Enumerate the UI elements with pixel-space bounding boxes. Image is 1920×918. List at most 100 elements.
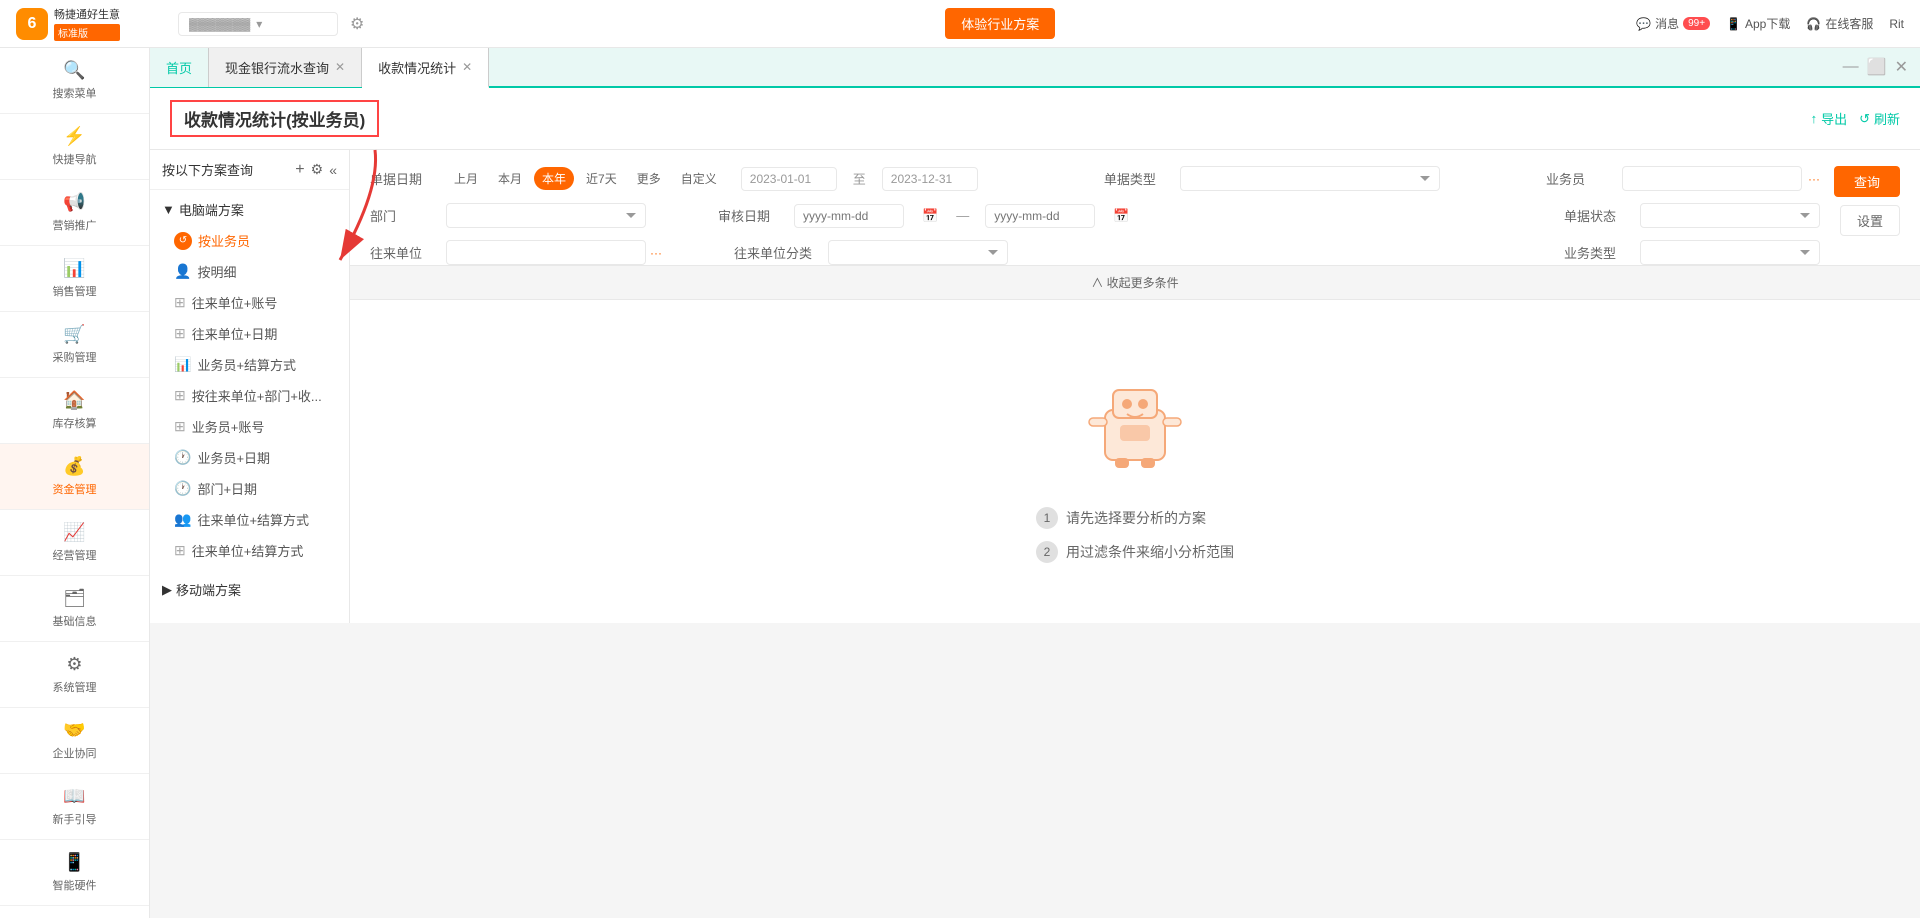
date-to-input[interactable]	[882, 167, 978, 191]
scheme-item-unit-account[interactable]: ⊞ 往来单位+账号	[150, 287, 349, 318]
export-icon: ↑	[1811, 111, 1818, 126]
user-name-btn[interactable]: Rit	[1889, 17, 1904, 31]
desktop-scheme-group: ▼ 电脑端方案 ↺ 按业务员 👤 按明细 ⊞	[150, 190, 349, 570]
export-button[interactable]: ↑ 导出	[1811, 109, 1848, 128]
sales-icon: 📊	[63, 258, 85, 279]
scheme-item-sales-account[interactable]: ⊞ 业务员+账号	[150, 411, 349, 442]
empty-state: 1 请先选择要分析的方案 2 用过滤条件来缩小分析范围	[350, 300, 1920, 623]
dept-select[interactable]	[446, 203, 646, 228]
date-from-input[interactable]	[741, 167, 837, 191]
scheme-item-sales-settle[interactable]: 📊 业务员+结算方式	[150, 349, 349, 380]
trial-button[interactable]: 体验行业方案	[945, 8, 1055, 39]
sidebar-item-newbie[interactable]: 📖 新手引导	[0, 774, 149, 840]
basic-icon: 🗂	[63, 588, 86, 609]
sidebar-item-purchase[interactable]: 🛒 采购管理	[0, 312, 149, 378]
right-panel: 单据日期 上月 本月 本年 近7天 更多 自定义	[350, 150, 1920, 623]
sidebar-item-basic[interactable]: 🗂 基础信息	[0, 576, 149, 642]
scheme-item-dept-date[interactable]: 🕐 部门+日期	[150, 473, 349, 504]
system-icon: ⚙	[66, 654, 82, 675]
app-download-btn[interactable]: 📱 App下载	[1726, 15, 1790, 32]
sidebar-item-wechat[interactable]: 💬 企业微信	[0, 906, 149, 918]
desktop-group-header[interactable]: ▼ 电脑端方案	[150, 194, 349, 225]
sidebar-item-search[interactable]: 🔍 搜索菜单	[0, 48, 149, 114]
review-to-input[interactable]	[985, 204, 1095, 228]
review-date-calendar-icon2[interactable]: 📅	[1113, 208, 1129, 224]
desktop-group-label: 电脑端方案	[179, 200, 244, 219]
add-scheme-icon[interactable]: +	[295, 161, 304, 179]
date-quick-group: 上月 本月 本年 近7天 更多 自定义	[446, 167, 725, 190]
page-title-box: 收款情况统计(按业务员)	[170, 100, 379, 137]
message-btn[interactable]: 💬 消息 99+	[1636, 15, 1710, 32]
sidebar-item-sales[interactable]: 📊 销售管理	[0, 246, 149, 312]
btn-more[interactable]: 更多	[629, 167, 669, 190]
tab-minimize-icon[interactable]: —	[1843, 58, 1859, 76]
counterpart-more-icon[interactable]: ···	[650, 246, 662, 260]
btn-custom[interactable]: 自定义	[673, 167, 725, 190]
scheme-item-salesman[interactable]: ↺ 按业务员	[150, 225, 349, 256]
empty-steps: 1 请先选择要分析的方案 2 用过滤条件来缩小分析范围	[1036, 507, 1234, 563]
gear-scheme-icon[interactable]: ⚙	[311, 161, 324, 178]
tab-home-label: 首页	[166, 58, 192, 77]
review-date-calendar-icon1[interactable]: 📅	[922, 208, 938, 224]
btn-this-month[interactable]: 本月	[490, 167, 530, 190]
sidebar-item-quicknav[interactable]: ⚡ 快捷导航	[0, 114, 149, 180]
filter-with-actions: 单据日期 上月 本月 本年 近7天 更多 自定义	[350, 150, 1920, 265]
btn-last-month[interactable]: 上月	[446, 167, 486, 190]
query-button[interactable]: 查询	[1834, 166, 1900, 197]
sidebar-label-sales: 销售管理	[53, 283, 97, 299]
tab-bank-flow[interactable]: 现金银行流水查询 ✕	[209, 48, 362, 87]
unit-date-icon: ⊞	[174, 325, 186, 342]
salesman-input[interactable]	[1622, 166, 1802, 191]
collapse-panel-icon[interactable]: «	[329, 162, 337, 178]
step-num-2: 2	[1036, 541, 1058, 563]
scheme-item-unit-settle1[interactable]: 👥 往来单位+结算方式	[150, 504, 349, 535]
scheme-item-unit-settle2[interactable]: ⊞ 往来单位+结算方式	[150, 535, 349, 566]
btn-7days[interactable]: 近7天	[578, 167, 625, 190]
user-name: Rit	[1889, 17, 1904, 31]
counterpart-label: 往来单位	[370, 243, 430, 262]
doc-type-label: 单据类型	[1104, 169, 1164, 188]
btn-this-year[interactable]: 本年	[534, 167, 574, 190]
scheme-item-unit-dept[interactable]: ⊞ 按往来单位+部门+收...	[150, 380, 349, 411]
counterpart-type-select[interactable]	[828, 240, 1008, 265]
sidebar-item-system[interactable]: ⚙ 系统管理	[0, 642, 149, 708]
review-date-dash: —	[956, 208, 969, 223]
panel-action-buttons: + ⚙ «	[295, 161, 337, 179]
step-2-text: 用过滤条件来缩小分析范围	[1066, 542, 1234, 562]
tab-maximize-icon[interactable]: ⬜	[1867, 57, 1887, 77]
tab-receipt-stats[interactable]: 收款情况统计 ✕	[362, 48, 489, 88]
workspace-selector[interactable]: ▓▓▓▓▓▓▓ ▾	[178, 12, 338, 36]
scheme-item-detail[interactable]: 👤 按明细	[150, 256, 349, 287]
chevron-down-icon: ▾	[256, 17, 262, 31]
close-bank-flow-icon[interactable]: ✕	[335, 60, 345, 74]
mobile-group-header[interactable]: ▶ 移动端方案	[150, 574, 349, 605]
sidebar-item-hardware[interactable]: 📱 智能硬件	[0, 840, 149, 906]
scheme-item-sales-date[interactable]: 🕐 业务员+日期	[150, 442, 349, 473]
collapse-bar[interactable]: ∧ 收起更多条件	[350, 265, 1920, 299]
online-service-btn[interactable]: 🎧 在线客服	[1806, 15, 1873, 32]
set-button[interactable]: 设置	[1840, 205, 1900, 236]
tab-close-icon[interactable]: ✕	[1895, 57, 1908, 77]
sidebar-item-collab[interactable]: 🤝 企业协同	[0, 708, 149, 774]
sidebar-item-inventory[interactable]: 🏠 库存核算	[0, 378, 149, 444]
filter-fields: 单据日期 上月 本月 本年 近7天 更多 自定义	[350, 150, 1820, 265]
counterpart-input[interactable]	[446, 240, 646, 265]
review-from-input[interactable]	[794, 204, 904, 228]
gear-settings[interactable]: ⚙	[350, 14, 364, 34]
collapse-label: ∧ 收起更多条件	[1091, 276, 1178, 290]
tab-home[interactable]: 首页	[150, 48, 209, 87]
page-title: 收款情况统计(按业务员)	[184, 111, 365, 130]
trial-btn-wrap[interactable]: 体验行业方案	[945, 8, 1055, 39]
step-num-1: 1	[1036, 507, 1058, 529]
close-receipt-stats-icon[interactable]: ✕	[462, 60, 472, 74]
sidebar-item-marketing[interactable]: 📢 营销推广	[0, 180, 149, 246]
salesman-more-icon[interactable]: ···	[1808, 172, 1820, 186]
sidebar-item-finance[interactable]: 💰 资金管理	[0, 444, 149, 510]
scheme-item-unit-date[interactable]: ⊞ 往来单位+日期	[150, 318, 349, 349]
refresh-button[interactable]: ↺ 刷新	[1859, 109, 1900, 128]
doc-type-select[interactable]	[1180, 166, 1440, 191]
sidebar-item-operations[interactable]: 📈 经营管理	[0, 510, 149, 576]
biz-type-select[interactable]	[1640, 240, 1820, 265]
doc-status-select[interactable]	[1640, 203, 1820, 228]
tab-bar: 首页 现金银行流水查询 ✕ 收款情况统计 ✕ — ⬜ ✕	[150, 48, 1920, 88]
